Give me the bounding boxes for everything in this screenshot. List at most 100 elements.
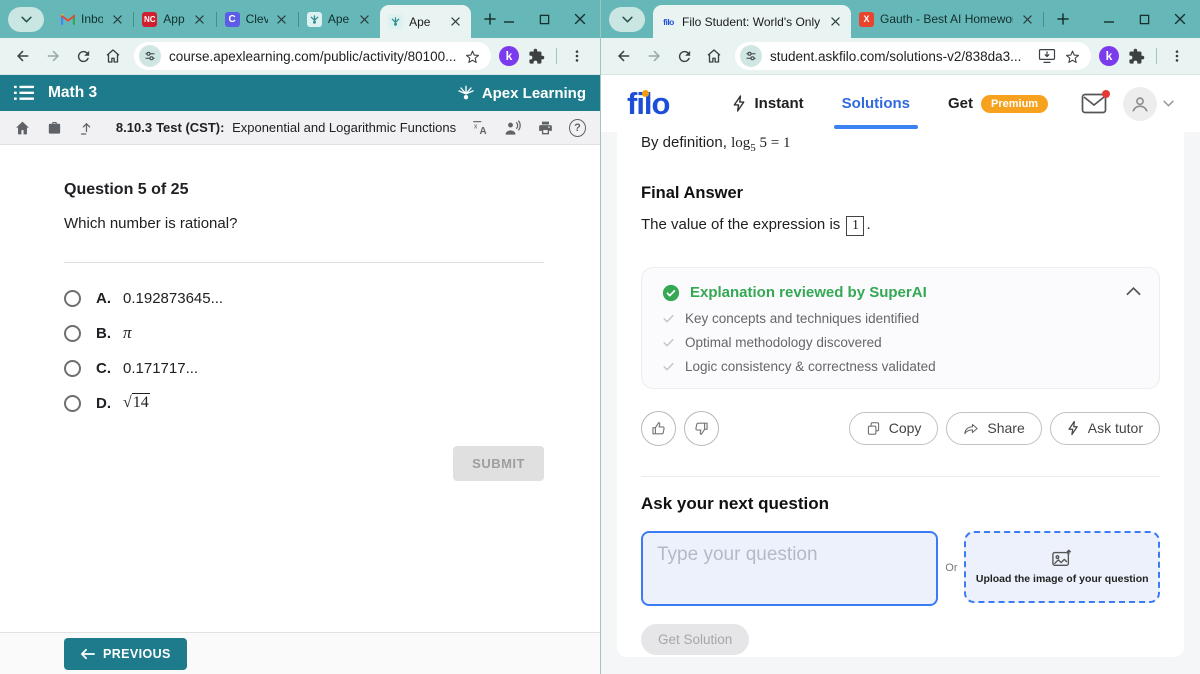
option-c-row[interactable]: C. 0.171717... (64, 357, 544, 379)
course-menu-icon[interactable] (14, 84, 34, 102)
get-solution-button[interactable]: Get Solution (641, 623, 750, 655)
share-button[interactable]: Share (946, 411, 1042, 445)
forward-button[interactable] (40, 43, 66, 69)
upload-image-box[interactable]: Upload the image of your question (964, 530, 1160, 603)
option-letter: C. (96, 359, 111, 377)
briefcase-icon[interactable] (46, 119, 63, 137)
address-bar[interactable]: student.askfilo.com/solutions-v2/838da3.… (735, 42, 1091, 70)
option-d-row[interactable]: D. √14 (64, 392, 544, 414)
filo-nav: Instant Solutions Get Premium (732, 94, 1049, 129)
account-menu[interactable] (1123, 86, 1174, 121)
bookmark-star-icon[interactable] (1064, 48, 1081, 65)
site-info-icon[interactable] (740, 45, 762, 67)
check-icon (663, 314, 674, 322)
thumbs-down-icon (695, 422, 708, 435)
nc-favicon: NC (142, 11, 158, 27)
forward-button[interactable] (641, 43, 667, 69)
notification-dot (1102, 90, 1110, 98)
new-tab-button[interactable] (1050, 6, 1076, 32)
minimize-icon[interactable] (1103, 13, 1115, 25)
translate-icon[interactable]: xA (471, 118, 489, 137)
tab-close-icon[interactable] (356, 11, 372, 27)
question-panel: Question 5 of 25 Which number is rationa… (0, 145, 600, 632)
close-window-icon[interactable] (574, 13, 586, 25)
home-button[interactable] (701, 43, 727, 69)
copy-button[interactable]: Copy (848, 411, 939, 445)
submit-button[interactable]: SUBMIT (453, 446, 544, 481)
apex-favicon (306, 11, 322, 27)
thumbs-up-button[interactable] (641, 410, 676, 446)
tab-title: App (163, 12, 185, 26)
ask-tutor-button[interactable]: Ask tutor (1049, 411, 1160, 445)
tab-apex-active[interactable]: Ape (380, 5, 471, 38)
close-window-icon[interactable] (1174, 13, 1186, 25)
radio-button[interactable] (64, 289, 81, 307)
filo-logo[interactable]: filo (627, 88, 670, 119)
menu-dots-icon[interactable] (564, 43, 590, 69)
new-tab-button[interactable] (477, 6, 503, 32)
copy-label: Copy (888, 420, 922, 436)
final-answer-line: The value of the expression is 1. (641, 216, 1160, 236)
back-button[interactable] (10, 43, 36, 69)
menu-dots-icon[interactable] (1164, 43, 1190, 69)
boxed-answer: 1 (846, 216, 865, 236)
tab-close-icon[interactable] (1019, 11, 1035, 27)
option-b-row[interactable]: B. π (64, 322, 544, 344)
tab-search-button[interactable] (8, 6, 44, 32)
maximize-icon[interactable] (539, 14, 550, 25)
reload-button[interactable] (70, 43, 96, 69)
radio-button[interactable] (64, 394, 81, 412)
tab-gauth[interactable]: X Gauth - Best AI Homework He (851, 0, 1043, 38)
extensions-icon[interactable] (523, 43, 549, 69)
tab-close-icon[interactable] (447, 14, 463, 30)
tab-close-icon[interactable] (109, 11, 125, 27)
messages-button[interactable] (1081, 90, 1110, 114)
kami-extension-icon[interactable]: k (499, 46, 519, 66)
question-input[interactable] (641, 530, 939, 606)
nav-solutions[interactable]: Solutions (833, 95, 918, 129)
share-upload-icon[interactable] (78, 119, 95, 137)
collapse-button[interactable] (1126, 286, 1141, 296)
tab-close-icon[interactable] (827, 14, 843, 30)
minimize-icon[interactable] (503, 13, 515, 25)
extensions-icon[interactable] (1123, 43, 1149, 69)
previous-button[interactable]: PREVIOUS (64, 637, 187, 670)
active-tab-underline (833, 125, 918, 129)
address-bar[interactable]: course.apexlearning.com/public/activity/… (134, 42, 491, 70)
site-info-icon[interactable] (139, 45, 161, 67)
nav-get-label: Get (948, 95, 974, 112)
radio-button[interactable] (64, 324, 81, 342)
tab-clever[interactable]: C Clev (217, 0, 298, 38)
print-icon[interactable] (537, 119, 554, 137)
apex-learning-logo: Apex Learning (456, 83, 586, 103)
radio-button[interactable] (64, 359, 81, 377)
bookmark-star-icon[interactable] (464, 48, 481, 65)
reload-button[interactable] (671, 43, 697, 69)
previous-label: PREVIOUS (103, 646, 171, 661)
thumbs-down-button[interactable] (684, 410, 719, 446)
gmail-favicon (60, 12, 75, 27)
tab-nc-app[interactable]: NC App (134, 0, 215, 38)
kami-extension-icon[interactable]: k (1099, 46, 1119, 66)
read-aloud-icon[interactable] (504, 119, 522, 136)
back-button[interactable] (611, 43, 637, 69)
tab-filo-active[interactable]: filo Filo Student: World's Only Live (653, 5, 851, 38)
maximize-icon[interactable] (1139, 14, 1150, 25)
upload-label: Upload the image of your question (975, 573, 1149, 585)
tab-close-icon[interactable] (192, 11, 208, 27)
home-button[interactable] (100, 43, 126, 69)
right-browser-window: filo Filo Student: World's Only Live X G… (600, 0, 1200, 674)
option-a-row[interactable]: A. 0.192873645... (64, 287, 544, 309)
nav-instant[interactable]: Instant (732, 95, 804, 112)
install-app-icon[interactable] (1038, 48, 1056, 64)
nav-get-premium[interactable]: Get Premium (948, 94, 1049, 113)
activity-name: Exponential and Logarithmic Functions (232, 120, 457, 135)
home-icon[interactable] (14, 119, 31, 137)
tab-close-icon[interactable] (274, 11, 290, 27)
solution-body: By definition, log5 5 = 1 Final Answer T… (601, 132, 1200, 674)
tab-apex-1[interactable]: Ape (299, 0, 380, 38)
tab-gmail-inbox[interactable]: Inbo (52, 0, 133, 38)
help-icon[interactable]: ? (568, 118, 586, 137)
tab-search-button[interactable] (609, 6, 645, 32)
activity-number: 8.10.3 (115, 120, 153, 135)
